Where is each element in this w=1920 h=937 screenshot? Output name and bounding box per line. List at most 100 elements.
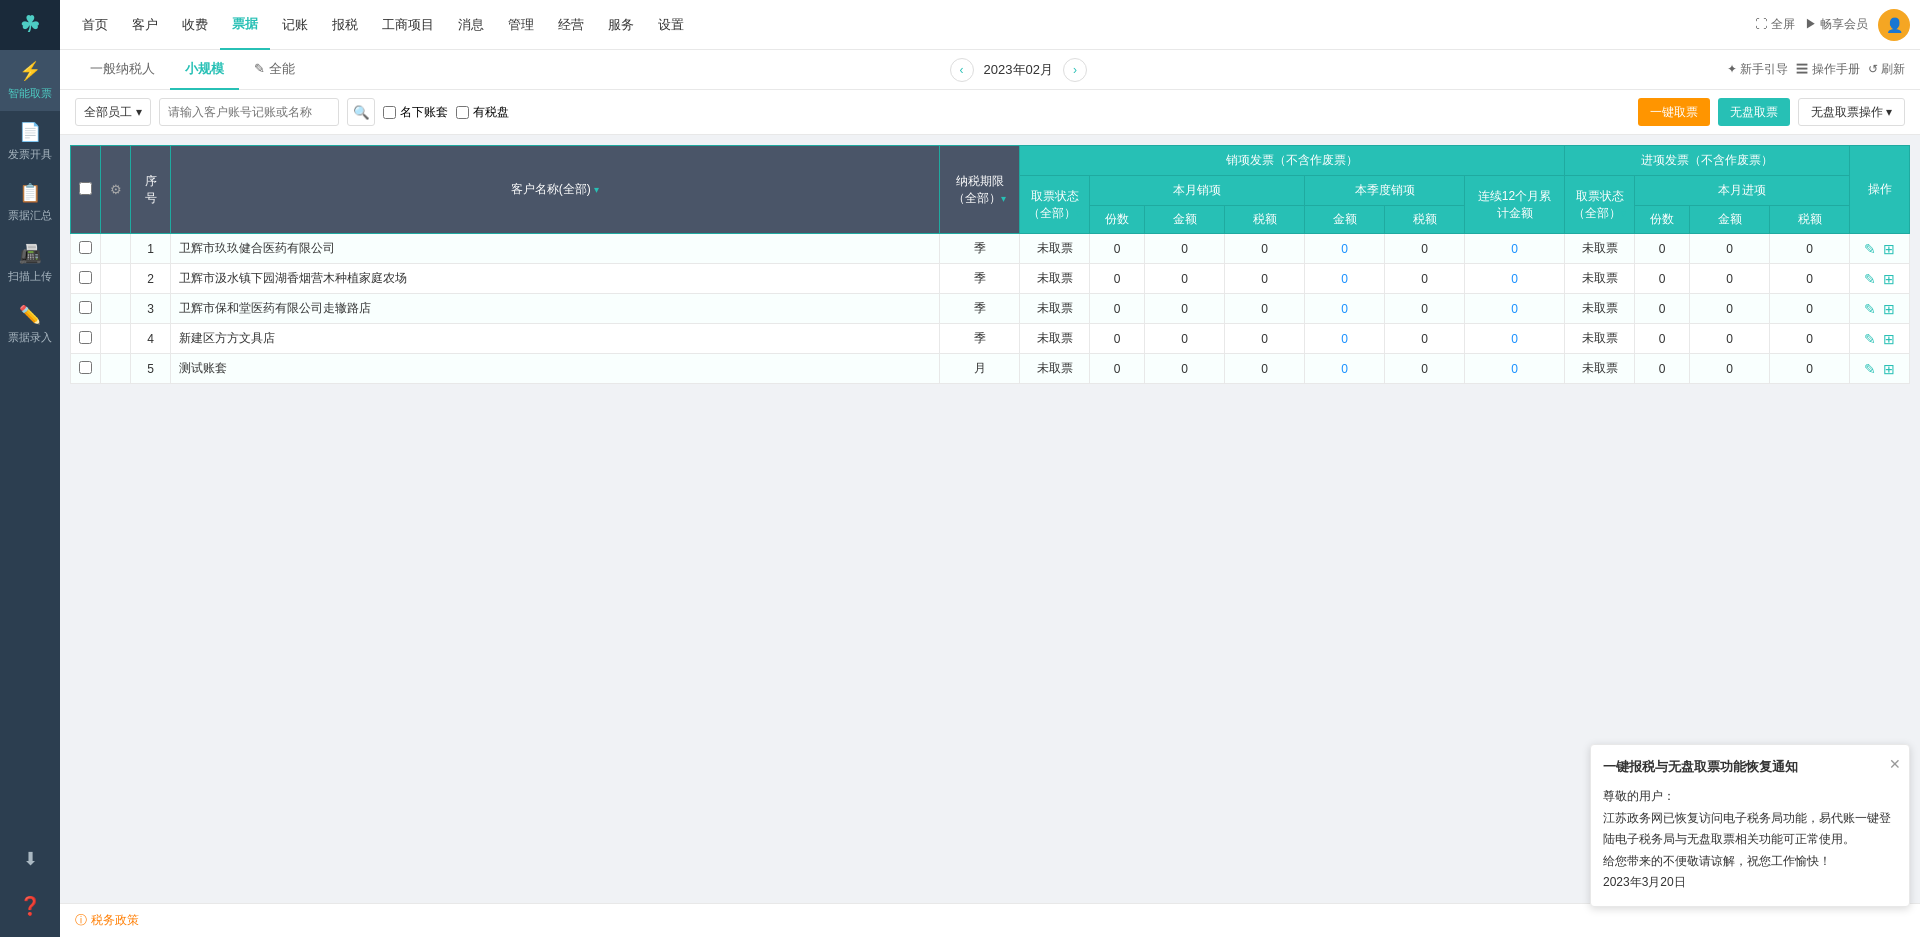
nav-home[interactable]: 首页 (70, 0, 120, 50)
view-btn[interactable]: ⊞ (1881, 271, 1897, 287)
settings-icon[interactable]: ⚙ (110, 182, 122, 197)
row-settings-cell (101, 354, 131, 384)
row-customer: 卫辉市玖玖健合医药有限公司 (171, 234, 940, 264)
sidebar-item-smart-fetch[interactable]: ⚡ 智能取票 (0, 50, 60, 111)
row-purchase-month-tax: 0 (1770, 354, 1850, 384)
sidebar-item-invoice-issue[interactable]: 📄 发票开具 (0, 111, 60, 172)
row-purchase-month-tax: 0 (1770, 264, 1850, 294)
row-checkbox[interactable] (79, 331, 92, 344)
vip-btn[interactable]: ▶ 畅享会员 (1805, 16, 1868, 33)
sidebar-item-scan-upload[interactable]: 📠 扫描上传 (0, 233, 60, 294)
row-sales-12months: 0 (1465, 294, 1565, 324)
row-sales-month-count: 0 (1090, 324, 1145, 354)
nav-bookkeeping[interactable]: 记账 (270, 0, 320, 50)
edit-btn[interactable]: ✎ (1862, 241, 1878, 257)
header-sales-month-count: 份数 (1090, 206, 1145, 234)
sidebar-item-download[interactable]: ⬇ (0, 838, 60, 880)
edit-btn[interactable]: ✎ (1862, 361, 1878, 377)
employee-select[interactable]: 全部员工 ▾ (75, 98, 151, 126)
nav-business[interactable]: 工商项目 (370, 0, 446, 50)
nav-operations[interactable]: 经营 (546, 0, 596, 50)
nav-tax[interactable]: 报税 (320, 0, 370, 50)
table-row: 2 卫辉市汲水镇下园湖香烟营木种植家庭农场 季 未取票 0 0 0 0 0 0 … (71, 264, 1910, 294)
nav-message[interactable]: 消息 (446, 0, 496, 50)
one-click-fetch-btn[interactable]: 一键取票 (1638, 98, 1710, 126)
fullscreen-btn[interactable]: ⛶ 全屏 (1755, 16, 1794, 33)
guide-btn[interactable]: ✦ 新手引导 (1727, 61, 1788, 78)
view-btn[interactable]: ⊞ (1881, 301, 1897, 317)
row-sales-month-amount: 0 (1145, 234, 1225, 264)
edit-btn[interactable]: ✎ (1862, 271, 1878, 287)
notification-close-btn[interactable]: ✕ (1889, 753, 1901, 775)
sidebar-item-label: 扫描上传 (8, 269, 52, 284)
notification-title: 一键报税与无盘取票功能恢复通知 (1603, 757, 1897, 778)
nav-service[interactable]: 服务 (596, 0, 646, 50)
edit-btn[interactable]: ✎ (1862, 331, 1878, 347)
row-no: 4 (131, 324, 171, 354)
nav-management[interactable]: 管理 (496, 0, 546, 50)
view-btn[interactable]: ⊞ (1881, 361, 1897, 377)
checkbox-taxdisk[interactable]: 有税盘 (456, 104, 509, 121)
tab-general[interactable]: 一般纳税人 (75, 50, 170, 90)
search-input[interactable] (159, 98, 339, 126)
header-quarter-sales: 本季度销项 (1305, 176, 1465, 206)
select-all-checkbox[interactable] (79, 182, 92, 195)
nav-invoice[interactable]: 票据 (220, 0, 270, 50)
row-checkbox[interactable] (79, 361, 92, 374)
next-month-btn[interactable]: › (1063, 58, 1087, 82)
smart-fetch-icon: ⚡ (19, 60, 41, 82)
no-disk-fetch-btn[interactable]: 无盘取票 (1718, 98, 1790, 126)
row-no: 3 (131, 294, 171, 324)
nav-settings[interactable]: 设置 (646, 0, 696, 50)
row-checkbox[interactable] (79, 241, 92, 254)
row-sales-month-count: 0 (1090, 264, 1145, 294)
sidebar-item-label: 智能取票 (8, 86, 52, 101)
row-sales-status: 未取票 (1020, 234, 1090, 264)
checkbox-account-label: 名下账套 (400, 104, 448, 121)
row-sales-quarter-tax: 0 (1385, 354, 1465, 384)
sidebar-item-invoice-summary[interactable]: 📋 票据汇总 (0, 172, 60, 233)
account-checkbox-input[interactable] (383, 106, 396, 119)
sidebar-item-data-entry[interactable]: ✏️ 票据录入 (0, 294, 60, 355)
row-checkbox[interactable] (79, 271, 92, 284)
tab-all[interactable]: ✎ 全能 (239, 50, 310, 90)
sidebar-item-help[interactable]: ❓ (0, 885, 60, 927)
sub-tabs: 一般纳税人 小规模 ✎ 全能 ‹ 2023年02月 › ✦ 新手引导 ☰ 操作手… (60, 50, 1920, 90)
employee-select-label: 全部员工 (84, 104, 132, 121)
help-icon: ❓ (19, 895, 41, 917)
row-customer: 卫辉市保和堂医药有限公司走辙路店 (171, 294, 940, 324)
taxdisk-checkbox-input[interactable] (456, 106, 469, 119)
search-button[interactable]: 🔍 (347, 98, 375, 126)
nav-customer[interactable]: 客户 (120, 0, 170, 50)
row-tax-period: 季 (940, 234, 1020, 264)
nav-billing[interactable]: 收费 (170, 0, 220, 50)
tax-policy-link[interactable]: ⓘ 税务政策 (75, 912, 139, 929)
row-settings-cell (101, 294, 131, 324)
refresh-btn[interactable]: ↺ 刷新 (1868, 61, 1905, 78)
sidebar-item-label: 发票开具 (8, 147, 52, 162)
row-checkbox-cell (71, 354, 101, 384)
row-purchase-month-amount: 0 (1690, 324, 1770, 354)
edit-btn[interactable]: ✎ (1862, 301, 1878, 317)
view-btn[interactable]: ⊞ (1881, 241, 1897, 257)
checkbox-account[interactable]: 名下账套 (383, 104, 448, 121)
tab-small[interactable]: 小规模 (170, 50, 239, 90)
main-table: ⚙ 序号 客户名称(全部) ▾ 纳税期限（全部）▾ 销项发票（不含作废票） 进项… (70, 145, 1910, 384)
row-tax-period: 季 (940, 324, 1020, 354)
prev-month-btn[interactable]: ‹ (950, 58, 974, 82)
view-btn[interactable]: ⊞ (1881, 331, 1897, 347)
row-purchase-status: 未取票 (1565, 354, 1635, 384)
user-avatar[interactable]: 👤 (1878, 9, 1910, 41)
no-disk-ops-btn[interactable]: 无盘取票操作 ▾ (1798, 98, 1905, 126)
row-checkbox[interactable] (79, 301, 92, 314)
checkbox-taxdisk-label: 有税盘 (473, 104, 509, 121)
header-month-purchase: 本月进项 (1635, 176, 1850, 206)
bottom-bar: ⓘ 税务政策 (60, 903, 1920, 937)
header-month-sales: 本月销项 (1090, 176, 1305, 206)
manual-btn[interactable]: ☰ 操作手册 (1796, 61, 1859, 78)
row-customer: 卫辉市汲水镇下园湖香烟营木种植家庭农场 (171, 264, 940, 294)
table-row: 3 卫辉市保和堂医药有限公司走辙路店 季 未取票 0 0 0 0 0 0 未取票… (71, 294, 1910, 324)
row-sales-month-tax: 0 (1225, 264, 1305, 294)
row-sales-month-tax: 0 (1225, 324, 1305, 354)
row-actions: ✎ ⊞ (1850, 324, 1910, 354)
